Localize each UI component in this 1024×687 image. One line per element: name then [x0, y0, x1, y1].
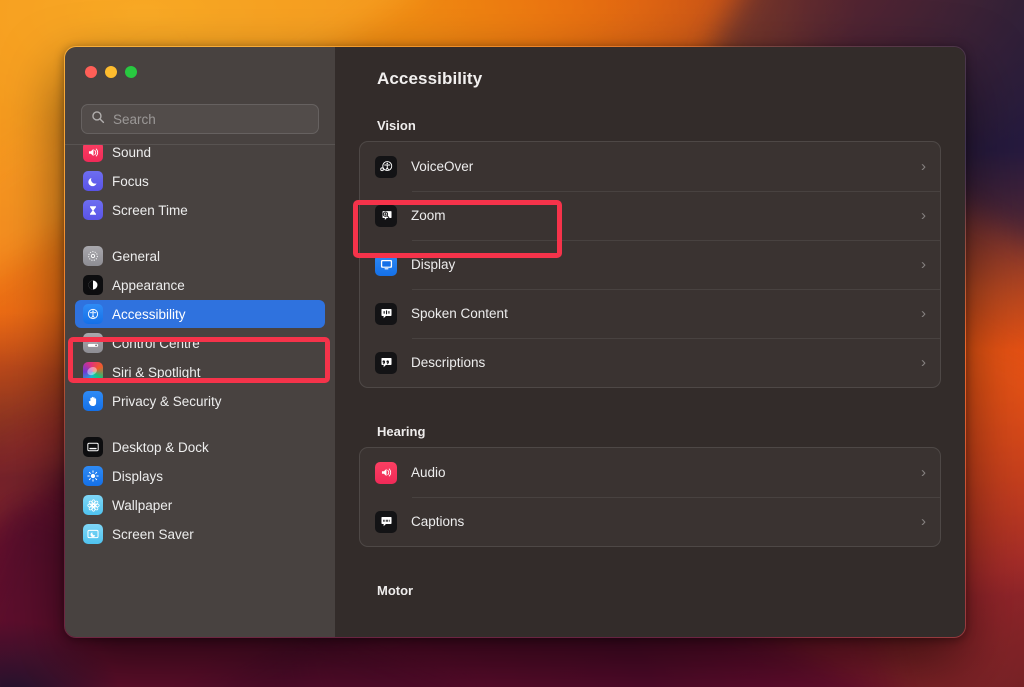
monitor-icon: [375, 254, 397, 276]
settings-row-descriptions[interactable]: Descriptions›: [360, 338, 940, 387]
sidebar-item-screen-time[interactable]: Screen Time: [75, 196, 325, 224]
settings-sections: VisionVoiceOver›Zoom›Display›Spoken Cont…: [359, 118, 941, 606]
search-container: Search: [65, 95, 335, 144]
settings-row-label: Display: [411, 257, 921, 272]
settings-row-audio[interactable]: Audio›: [360, 448, 940, 497]
captions-icon: [375, 511, 397, 533]
settings-card-hearing: Audio›Captions›: [359, 447, 941, 547]
sidebar-item-label: Desktop & Dock: [112, 440, 209, 455]
section-heading-hearing: Hearing: [359, 424, 941, 447]
sidebar-item-label: Privacy & Security: [112, 394, 222, 409]
sidebar-item-label: Siri & Spotlight: [112, 365, 201, 380]
sidebar: Search Sound Focus Screen Time General Appea…: [65, 47, 335, 637]
sidebar-item-label: Screen Saver: [112, 527, 194, 542]
section-heading-vision: Vision: [359, 118, 941, 141]
sidebar-item-accessibility[interactable]: Accessibility: [75, 300, 325, 328]
settings-row-label: Descriptions: [411, 355, 921, 370]
desktop-wallpaper: Search Sound Focus Screen Time General Appea…: [0, 0, 1024, 687]
sidebar-item-label: Appearance: [112, 278, 185, 293]
settings-row-label: Zoom: [411, 208, 921, 223]
settings-row-label: Spoken Content: [411, 306, 921, 321]
sidebar-item-displays[interactable]: Displays: [75, 462, 325, 490]
brightness-icon: [83, 466, 103, 486]
speaker-icon: [83, 144, 103, 162]
gear-icon: [83, 246, 103, 266]
system-settings-window: Search Sound Focus Screen Time General Appea…: [64, 46, 966, 638]
hourglass-icon: [83, 200, 103, 220]
sidebar-item-label: Screen Time: [112, 203, 188, 218]
maximize-button[interactable]: [125, 66, 137, 78]
moon-icon: [83, 171, 103, 191]
settings-row-label: Audio: [411, 465, 921, 480]
sidebar-item-appearance[interactable]: Appearance: [75, 271, 325, 299]
page-title: Accessibility: [359, 47, 941, 89]
sidebar-item-label: Wallpaper: [112, 498, 172, 513]
speaker-icon: [375, 462, 397, 484]
flower-icon: [83, 495, 103, 515]
sidebar-item-label: Displays: [112, 469, 163, 484]
sidebar-item-label: Accessibility: [112, 307, 186, 322]
settings-row-zoom[interactable]: Zoom›: [360, 191, 940, 240]
section-heading-motor: Motor: [359, 583, 941, 606]
search-placeholder: Search: [113, 112, 156, 127]
sidebar-group: Desktop & Dock Displays Wallpaper Screen Sa…: [75, 430, 325, 548]
sidebar-item-label: General: [112, 249, 160, 264]
chevron-right-icon: ›: [921, 257, 926, 272]
sidebar-item-siri-spotlight[interactable]: Siri & Spotlight: [75, 358, 325, 386]
quote-icon: [375, 352, 397, 374]
sidebar-group: General Appearance Accessibility Control Ce…: [75, 239, 325, 415]
close-button[interactable]: [85, 66, 97, 78]
contrast-icon: [83, 275, 103, 295]
sidebar-list[interactable]: Sound Focus Screen Time General Appearance Ac…: [65, 144, 335, 637]
minimize-button[interactable]: [105, 66, 117, 78]
chevron-right-icon: ›: [921, 355, 926, 370]
chevron-right-icon: ›: [921, 465, 926, 480]
sidebar-item-wallpaper[interactable]: Wallpaper: [75, 491, 325, 519]
sidebar-item-privacy-security[interactable]: Privacy & Security: [75, 387, 325, 415]
chevron-right-icon: ›: [921, 306, 926, 321]
chevron-right-icon: ›: [921, 208, 926, 223]
voiceover-icon: [375, 156, 397, 178]
siri-orb-icon: [83, 362, 103, 382]
screensaver-icon: [83, 524, 103, 544]
window-controls: [65, 47, 335, 95]
sidebar-item-sound[interactable]: Sound: [75, 144, 325, 166]
chevron-right-icon: ›: [921, 159, 926, 174]
sidebar-item-label: Sound: [112, 145, 151, 160]
sidebar-item-label: Control Centre: [112, 336, 200, 351]
settings-row-voiceover[interactable]: VoiceOver›: [360, 142, 940, 191]
search-input[interactable]: Search: [81, 104, 319, 134]
sidebar-item-general[interactable]: General: [75, 242, 325, 270]
desktop-icon: [83, 437, 103, 457]
sidebar-item-control-centre[interactable]: Control Centre: [75, 329, 325, 357]
settings-row-display[interactable]: Display›: [360, 240, 940, 289]
settings-row-label: Captions: [411, 514, 921, 529]
sidebar-group-separator: [75, 225, 325, 239]
zoom-icon: [375, 205, 397, 227]
main-content: Accessibility VisionVoiceOver›Zoom›Displ…: [335, 47, 965, 637]
settings-row-label: VoiceOver: [411, 159, 921, 174]
sidebar-item-screen-saver[interactable]: Screen Saver: [75, 520, 325, 548]
settings-row-captions[interactable]: Captions›: [360, 497, 940, 546]
chevron-right-icon: ›: [921, 514, 926, 529]
settings-row-spoken-content[interactable]: Spoken Content›: [360, 289, 940, 338]
search-icon: [91, 110, 105, 129]
sidebar-group: Sound Focus Screen Time: [75, 145, 325, 224]
sidebar-group-separator: [75, 416, 325, 430]
sidebar-item-focus[interactable]: Focus: [75, 167, 325, 195]
sidebar-item-label: Focus: [112, 174, 149, 189]
sidebar-item-desktop-dock[interactable]: Desktop & Dock: [75, 433, 325, 461]
speech-icon: [375, 303, 397, 325]
hand-icon: [83, 391, 103, 411]
settings-card-vision: VoiceOver›Zoom›Display›Spoken Content›De…: [359, 141, 941, 388]
sliders-icon: [83, 333, 103, 353]
accessibility-icon: [83, 304, 103, 324]
